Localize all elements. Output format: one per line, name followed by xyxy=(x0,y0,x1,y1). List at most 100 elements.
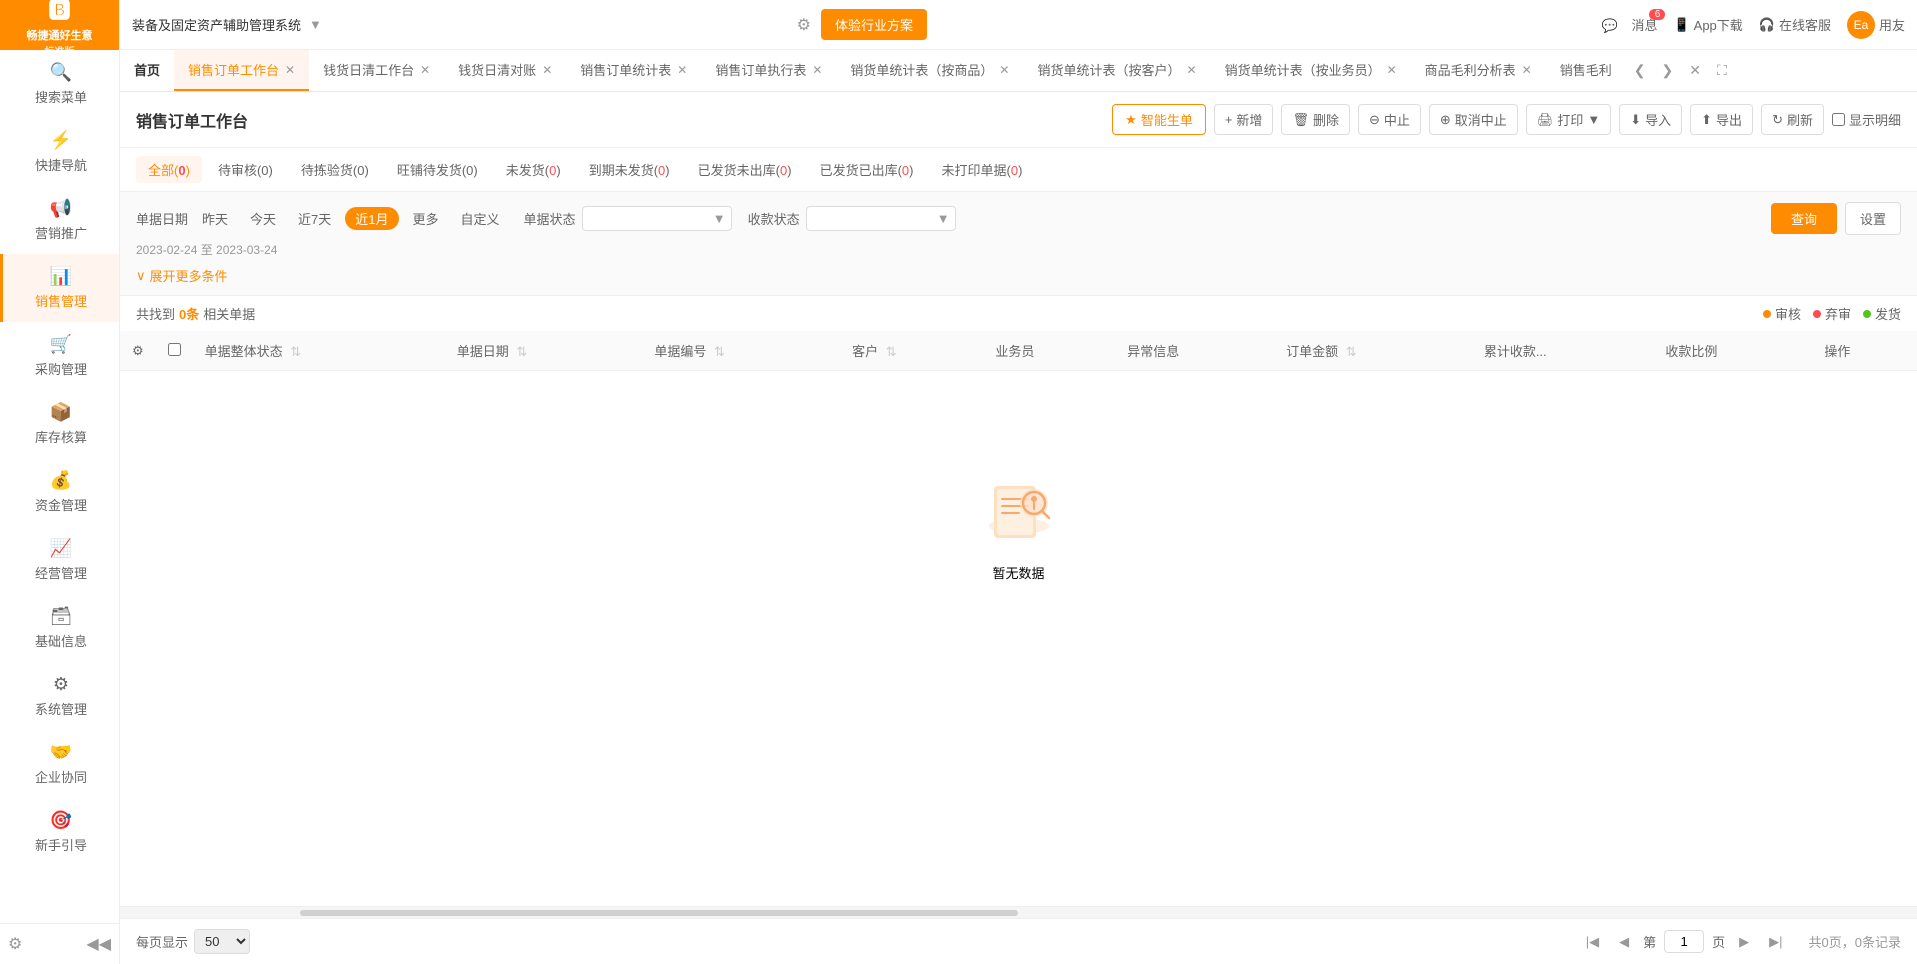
tab-cash-daily-clear[interactable]: 钱货日清工作台 ✕ xyxy=(309,50,444,91)
tab-cash-reconcile[interactable]: 钱货日清对账 ✕ xyxy=(444,50,566,91)
horizontal-scrollbar[interactable] xyxy=(120,906,1917,918)
sidebar-item-inventory[interactable]: 📦 库存核算 xyxy=(0,390,119,458)
page-title: 销售订单工作台 xyxy=(136,108,248,132)
message-btn[interactable]: 💬 6 消息 xyxy=(1602,15,1658,34)
sidebar-item-marketing[interactable]: 📢 营销推广 xyxy=(0,186,119,254)
filter-settings-btn[interactable]: 设置 xyxy=(1845,202,1901,235)
query-btn[interactable]: 查询 xyxy=(1771,203,1837,234)
tab-sales-stats-customer[interactable]: 销货单统计表（按客户） ✕ xyxy=(1023,50,1210,91)
sub-tab-count: 0 xyxy=(178,163,185,178)
page-number-input[interactable] xyxy=(1664,930,1704,953)
sub-tab-wangpu[interactable]: 旺铺待发货(0) xyxy=(385,156,490,183)
sort-icon[interactable]: ⇅ xyxy=(1346,344,1357,359)
show-detail-checkbox-label[interactable]: 显示明细 xyxy=(1832,110,1901,129)
sidebar-item-search[interactable]: 🔍 搜索菜单 xyxy=(0,50,119,118)
lightning-icon: ⚡ xyxy=(50,130,72,151)
system-dropdown-icon[interactable]: ▼ xyxy=(309,17,322,32)
sort-icon[interactable]: ⇅ xyxy=(516,344,527,359)
app-download-btn[interactable]: 📱 App下载 xyxy=(1673,15,1742,34)
sidebar-item-enterprise[interactable]: 🤝 企业协同 xyxy=(0,730,119,798)
sub-tab-not-shipped[interactable]: 未发货(0) xyxy=(494,156,573,183)
receipt-status-select[interactable] xyxy=(806,206,956,231)
stop-btn[interactable]: ⊖ 中止 xyxy=(1358,104,1421,135)
sub-tab-pending-check[interactable]: 待拣验货(0) xyxy=(289,156,381,183)
tab-sales-order-exec[interactable]: 销售订单执行表 ✕ xyxy=(701,50,836,91)
status-select[interactable] xyxy=(582,206,732,231)
sub-tab-shipped-out[interactable]: 已发货已出库(0) xyxy=(808,156,926,183)
select-all-checkbox[interactable] xyxy=(168,343,181,356)
tab-close-icon[interactable]: ✕ xyxy=(1387,63,1397,77)
sidebar-item-system-mgmt[interactable]: ⚙ 系统管理 xyxy=(0,662,119,730)
add-btn[interactable]: + 新增 xyxy=(1214,104,1274,135)
scrollbar-thumb[interactable] xyxy=(300,910,1019,916)
tab-product-margin[interactable]: 商品毛利分析表 ✕ xyxy=(1411,50,1546,91)
tab-close-icon[interactable]: ✕ xyxy=(1522,63,1532,77)
tab-sales-order-workspace[interactable]: 销售订单工作台 ✕ xyxy=(174,50,309,91)
date-btn-more[interactable]: 更多 xyxy=(405,207,447,230)
date-btn-today[interactable]: 今天 xyxy=(242,207,284,230)
tab-close-icon[interactable]: ✕ xyxy=(999,63,1009,77)
audit-action[interactable]: 审核 xyxy=(1763,304,1801,323)
sidebar-item-finance[interactable]: 💰 资金管理 xyxy=(0,458,119,526)
sort-icon[interactable]: ⇅ xyxy=(290,344,301,359)
user-menu-btn[interactable]: Ea 用友 xyxy=(1847,11,1905,39)
sort-icon[interactable]: ⇅ xyxy=(886,344,897,359)
tab-close-icon[interactable]: ✕ xyxy=(1187,63,1197,77)
tab-sales-stats-product[interactable]: 销货单统计表（按商品） ✕ xyxy=(836,50,1023,91)
print-dropdown-icon[interactable]: ▼ xyxy=(1587,112,1600,127)
sidebar-item-new-user[interactable]: 🎯 新手引导 xyxy=(0,798,119,866)
sidebar-item-purchase-mgmt[interactable]: 🛒 采购管理 xyxy=(0,322,119,390)
online-service-btn[interactable]: 🎧 在线客服 xyxy=(1759,15,1831,34)
cancel-audit-action[interactable]: 弃审 xyxy=(1813,304,1851,323)
tab-label: 销售毛利 xyxy=(1560,60,1612,79)
sidebar-item-quick-nav[interactable]: ⚡ 快捷导航 xyxy=(0,118,119,186)
import-btn[interactable]: ⬇ 导入 xyxy=(1619,104,1682,135)
date-btn-7days[interactable]: 近7天 xyxy=(290,207,339,230)
settings-top-icon[interactable]: ⚙ xyxy=(797,15,811,35)
sub-tab-all[interactable]: 全部(0) xyxy=(136,156,202,183)
sub-tab-shipped-not-out[interactable]: 已发货未出库(0) xyxy=(686,156,804,183)
first-page-btn[interactable]: |◀ xyxy=(1580,932,1605,952)
ship-action[interactable]: 发货 xyxy=(1863,304,1901,323)
tab-close-all-btn[interactable]: ✕ xyxy=(1681,62,1709,79)
refresh-btn[interactable]: ↻ 刷新 xyxy=(1761,104,1824,135)
tab-close-icon[interactable]: ✕ xyxy=(285,63,295,77)
collapse-icon[interactable]: ◀◀ xyxy=(86,934,111,954)
delete-btn[interactable]: 🗑 删除 xyxy=(1281,104,1350,135)
next-page-btn[interactable]: ▶ xyxy=(1733,932,1755,952)
sidebar-item-sales-mgmt[interactable]: 📊 销售管理 xyxy=(0,254,119,322)
print-btn[interactable]: 🖨 打印 ▼ xyxy=(1526,104,1611,135)
sidebar-item-operations[interactable]: 📈 经营管理 xyxy=(0,526,119,594)
sub-tab-pending-review[interactable]: 待审核(0) xyxy=(206,156,285,183)
sort-icon[interactable]: ⇅ xyxy=(714,344,725,359)
date-btn-1month[interactable]: 近1月 xyxy=(345,207,398,230)
cancel-stop-btn[interactable]: ⊕ 取消中止 xyxy=(1429,104,1518,135)
smart-create-btn[interactable]: ★ 智能生单 xyxy=(1112,104,1206,135)
sub-tab-not-printed[interactable]: 未打印单据(0) xyxy=(930,156,1035,183)
tab-home[interactable]: 首页 xyxy=(120,50,174,91)
date-btn-custom[interactable]: 自定义 xyxy=(453,207,508,230)
date-btn-yesterday[interactable]: 昨天 xyxy=(194,207,236,230)
tab-sales-margin[interactable]: 销售毛利 xyxy=(1546,50,1626,91)
export-btn[interactable]: ⬆ 导出 xyxy=(1690,104,1753,135)
last-page-btn[interactable]: ▶| xyxy=(1763,932,1788,952)
tab-prev-btn[interactable]: ❮ xyxy=(1626,62,1654,79)
tab-next-btn[interactable]: ❯ xyxy=(1653,62,1681,79)
tab-close-icon[interactable]: ✕ xyxy=(812,63,822,77)
expand-filter-btn[interactable]: ∨ 展开更多条件 xyxy=(136,266,1901,285)
experience-btn[interactable]: 体验行业方案 xyxy=(821,9,927,40)
settings-bottom-icon[interactable]: ⚙ xyxy=(8,934,22,954)
tab-sales-order-stats[interactable]: 销售订单统计表 ✕ xyxy=(566,50,701,91)
page-size-select[interactable]: 50 100 200 xyxy=(194,929,250,954)
tab-close-icon[interactable]: ✕ xyxy=(420,63,430,77)
col-abnormal-label: 异常信息 xyxy=(1127,344,1179,359)
show-detail-checkbox[interactable] xyxy=(1832,113,1845,126)
tab-maximize-btn[interactable]: ⛶ xyxy=(1709,62,1735,79)
tab-close-icon[interactable]: ✕ xyxy=(542,63,552,77)
column-settings-icon[interactable]: ⚙ xyxy=(132,343,144,358)
sidebar-item-basic-info[interactable]: 🗃 基础信息 xyxy=(0,594,119,662)
prev-page-btn[interactable]: ◀ xyxy=(1613,932,1635,952)
sub-tab-expired-not-shipped[interactable]: 到期未发货(0) xyxy=(577,156,682,183)
tab-sales-stats-salesperson[interactable]: 销货单统计表（按业务员） ✕ xyxy=(1211,50,1411,91)
tab-close-icon[interactable]: ✕ xyxy=(677,63,687,77)
